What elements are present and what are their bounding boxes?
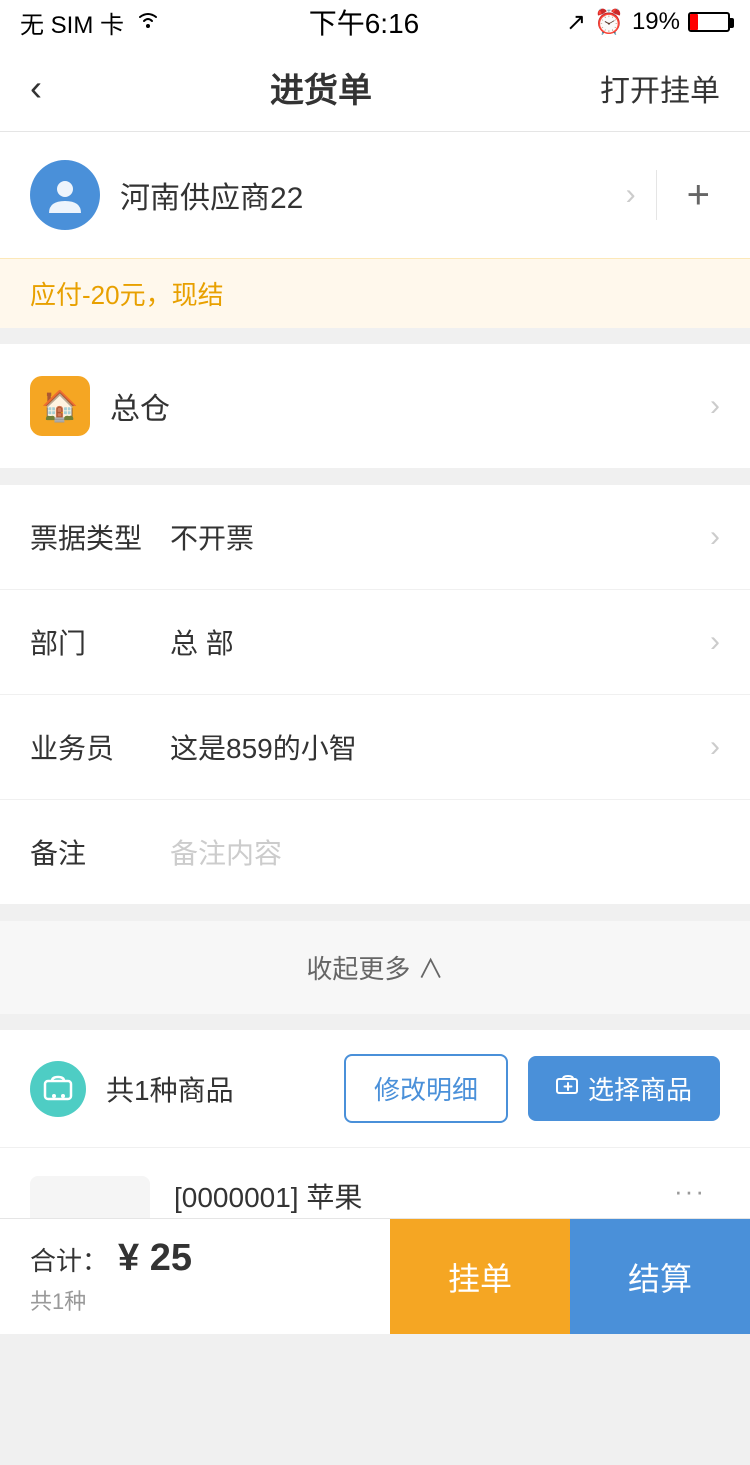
department-value: 总 部	[170, 622, 710, 662]
select-product-label: 选择商品	[588, 1070, 692, 1107]
status-right: ↗ ⏰ 19%	[566, 8, 730, 37]
remark-input[interactable]: 备注内容	[170, 832, 720, 872]
select-product-cart-icon	[556, 1073, 580, 1104]
battery-icon	[688, 12, 730, 32]
department-row[interactable]: 部门 总 部 ›	[0, 590, 750, 695]
collapse-row[interactable]: 收起更多 ∧	[0, 921, 750, 1014]
total-amount: ¥ 25	[118, 1237, 192, 1280]
supplier-avatar	[30, 160, 100, 230]
carrier-label: 无 SIM 卡	[20, 5, 124, 40]
salesperson-row[interactable]: 业务员 这是859的小智 ›	[0, 695, 750, 800]
supplier-chevron-icon: ›	[626, 178, 636, 212]
total-sub: 共1种	[30, 1284, 360, 1316]
salesperson-value: 这是859的小智	[170, 727, 710, 767]
product-name: [0000001] 苹果	[174, 1176, 660, 1216]
product-more-button[interactable]: ···	[674, 1176, 706, 1207]
add-supplier-button[interactable]: +	[677, 173, 720, 218]
invoice-type-value: 不开票	[170, 517, 710, 557]
product-count: 共1种商品	[106, 1069, 324, 1109]
house-icon: 🏠	[41, 389, 78, 424]
warehouse-row[interactable]: 🏠 总仓 ›	[0, 344, 750, 469]
warning-text: 应付-20元，现结	[30, 280, 224, 310]
product-cart-icon-wrap	[30, 1061, 86, 1117]
invoice-type-row[interactable]: 票据类型 不开票 ›	[0, 485, 750, 590]
status-left: 无 SIM 卡	[20, 5, 162, 40]
open-pending-button[interactable]: 打开挂单	[600, 66, 720, 110]
product-more-wrap: ···	[660, 1176, 720, 1207]
product-header: 共1种商品 修改明细 选择商品	[0, 1030, 750, 1148]
settle-button[interactable]: 结算	[570, 1219, 750, 1334]
total-label: 合计：	[30, 1241, 108, 1278]
wifi-icon	[134, 8, 162, 36]
supplier-name: 河南供应商22	[120, 173, 626, 217]
warehouse-chevron-icon: ›	[710, 389, 720, 423]
supplier-card: 河南供应商22 › + 应付-20元，现结	[0, 132, 750, 328]
invoice-type-label: 票据类型	[30, 517, 170, 557]
alarm-icon: ⏰	[594, 8, 624, 37]
hang-button[interactable]: 挂单	[390, 1219, 570, 1334]
remark-row[interactable]: 备注 备注内容	[0, 800, 750, 905]
warehouse-card: 🏠 总仓 ›	[0, 344, 750, 469]
battery-percent: 19%	[632, 8, 680, 36]
department-label: 部门	[30, 622, 170, 662]
product-title: 苹果	[306, 1182, 362, 1213]
department-chevron-icon: ›	[710, 625, 720, 659]
bottom-summary: 合计： ¥ 25 共1种 挂单 结算	[0, 1218, 750, 1334]
collapse-label: 收起更多 ∧	[306, 949, 443, 986]
time-label: 下午6:16	[309, 2, 420, 42]
remark-label: 备注	[30, 832, 170, 872]
warehouse-icon-wrap: 🏠	[30, 376, 90, 436]
supplier-row[interactable]: 河南供应商22 › +	[0, 132, 750, 258]
total-line: 合计： ¥ 25	[30, 1237, 360, 1280]
invoice-type-chevron-icon: ›	[710, 520, 720, 554]
page-title: 进货单	[270, 63, 372, 112]
warehouse-name: 总仓	[110, 384, 710, 428]
total-section: 合计： ¥ 25 共1种	[0, 1219, 390, 1334]
salesperson-chevron-icon: ›	[710, 730, 720, 764]
location-icon: ↗	[566, 8, 586, 37]
vertical-divider	[656, 170, 657, 220]
back-button[interactable]: ‹	[30, 67, 42, 109]
select-product-button[interactable]: 选择商品	[528, 1056, 720, 1121]
product-code: [0000001]	[174, 1182, 299, 1213]
warning-banner: 应付-20元，现结	[0, 258, 750, 328]
form-card: 票据类型 不开票 › 部门 总 部 › 业务员 这是859的小智 › 备注 备注…	[0, 485, 750, 905]
summary-row: 合计： ¥ 25 共1种 挂单 结算	[0, 1219, 750, 1334]
nav-bar: ‹ 进货单 打开挂单	[0, 44, 750, 132]
salesperson-label: 业务员	[30, 727, 170, 767]
bottom-spacer	[0, 1325, 750, 1465]
edit-detail-button[interactable]: 修改明细	[344, 1054, 508, 1123]
status-bar: 无 SIM 卡 下午6:16 ↗ ⏰ 19%	[0, 0, 750, 44]
